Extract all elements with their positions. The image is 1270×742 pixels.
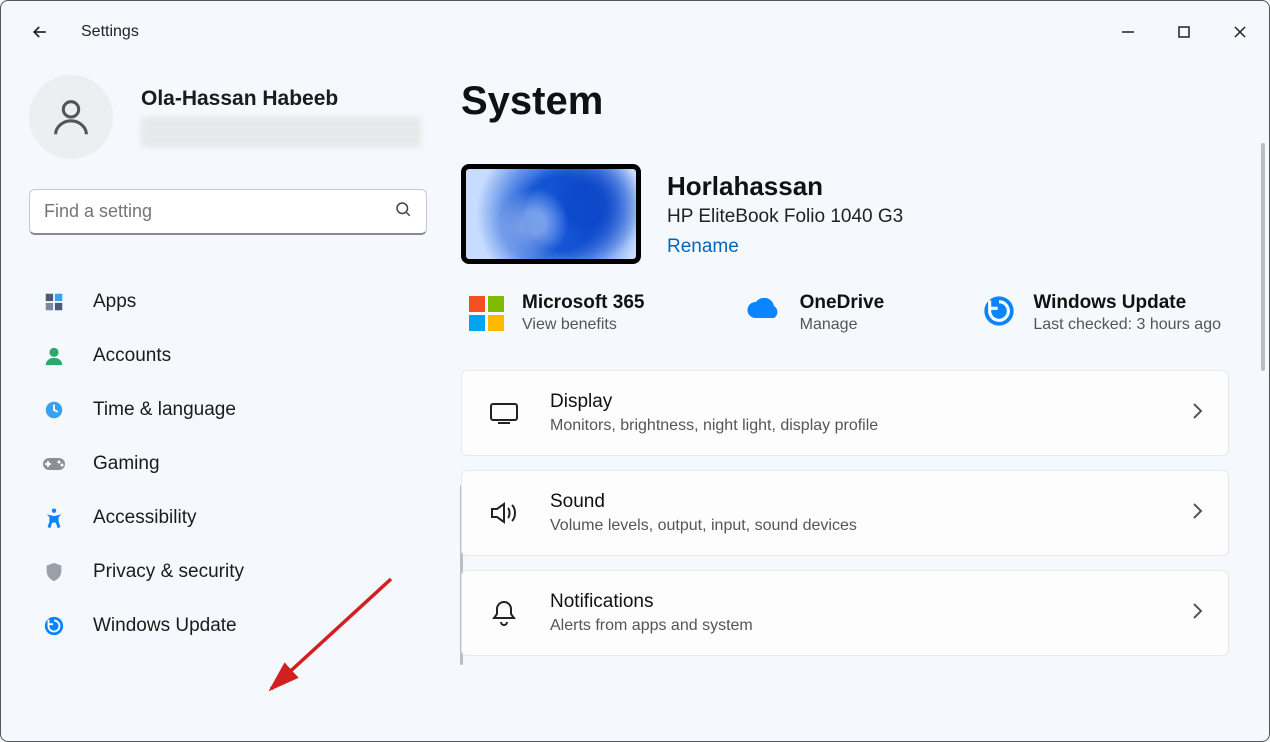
search-input[interactable] [44,201,394,222]
status-onedrive[interactable]: OneDrive Manage [736,286,892,340]
sidebar-item-apps[interactable]: Apps [29,275,437,329]
clock-globe-icon [41,397,67,423]
user-card[interactable]: Ola-Hassan Habeeb [29,75,437,159]
page-title: System [461,79,1229,124]
settings-card-sound[interactable]: Sound Volume levels, output, input, soun… [461,470,1229,556]
sidebar-item-privacy[interactable]: Privacy & security [29,545,437,599]
device-name: Horlahassan [667,171,903,202]
sidebar-item-gaming[interactable]: Gaming [29,437,437,491]
back-button[interactable] [29,21,51,43]
minimize-button[interactable] [1117,21,1139,43]
status-subtitle: Manage [800,316,884,334]
status-microsoft365[interactable]: Microsoft 365 View benefits [461,286,652,340]
onedrive-icon [744,298,782,329]
device-wallpaper-thumb[interactable] [461,164,641,264]
sidebar-item-label: Accessibility [93,507,196,529]
status-subtitle: View benefits [522,316,644,334]
search-icon [394,200,412,223]
card-subtitle: Volume levels, output, input, sound devi… [550,517,857,535]
chevron-right-icon [1190,601,1204,626]
display-icon [486,401,522,425]
sidebar: Ola-Hassan Habeeb Apps Accounts [1,55,461,741]
device-model: HP EliteBook Folio 1040 G3 [667,206,903,228]
search-input-wrap[interactable] [29,189,427,235]
status-subtitle: Last checked: 3 hours ago [1033,316,1221,334]
accounts-icon [41,343,67,369]
device-summary: Horlahassan HP EliteBook Folio 1040 G3 R… [461,164,1229,264]
user-name: Ola-Hassan Habeeb [141,87,421,111]
update-icon [41,613,67,639]
settings-card-notifications[interactable]: Notifications Alerts from apps and syste… [461,570,1229,656]
sidebar-item-label: Privacy & security [93,561,244,583]
avatar [29,75,113,159]
update-icon [983,295,1015,332]
card-subtitle: Alerts from apps and system [550,617,753,635]
rename-link[interactable]: Rename [667,236,903,258]
sidebar-item-windows-update[interactable]: Windows Update [29,599,437,653]
close-button[interactable] [1229,21,1251,43]
sound-icon [486,500,522,526]
card-subtitle: Monitors, brightness, night light, displ… [550,417,878,435]
sidebar-item-label: Accounts [93,345,171,367]
card-title: Sound [550,491,857,513]
card-title: Notifications [550,591,753,613]
apps-icon [41,289,67,315]
settings-card-display[interactable]: Display Monitors, brightness, night ligh… [461,370,1229,456]
chevron-right-icon [1190,501,1204,526]
sidebar-item-label: Apps [93,291,136,313]
accessibility-icon [41,505,67,531]
card-title: Display [550,391,878,413]
sidebar-item-label: Gaming [93,453,160,475]
bell-icon [486,599,522,627]
sidebar-item-accounts[interactable]: Accounts [29,329,437,383]
sidebar-nav: Apps Accounts Time & language Gaming [29,275,437,653]
sidebar-item-label: Windows Update [93,615,237,637]
status-title: Microsoft 365 [522,292,644,314]
sidebar-item-time-language[interactable]: Time & language [29,383,437,437]
main-scrollbar[interactable] [1261,143,1265,371]
status-title: OneDrive [800,292,884,314]
microsoft-logo-icon [469,296,504,331]
chevron-right-icon [1190,401,1204,426]
status-title: Windows Update [1033,292,1221,314]
gaming-icon [41,451,67,477]
app-title: Settings [81,23,139,41]
sidebar-item-accessibility[interactable]: Accessibility [29,491,437,545]
titlebar: Settings [1,1,1269,55]
shield-icon [41,559,67,585]
maximize-button[interactable] [1173,21,1195,43]
status-windows-update[interactable]: Windows Update Last checked: 3 hours ago [975,286,1229,340]
sidebar-item-label: Time & language [93,399,236,421]
user-email-redacted [141,117,421,147]
main-content: System Horlahassan HP EliteBook Folio 10… [461,55,1269,741]
